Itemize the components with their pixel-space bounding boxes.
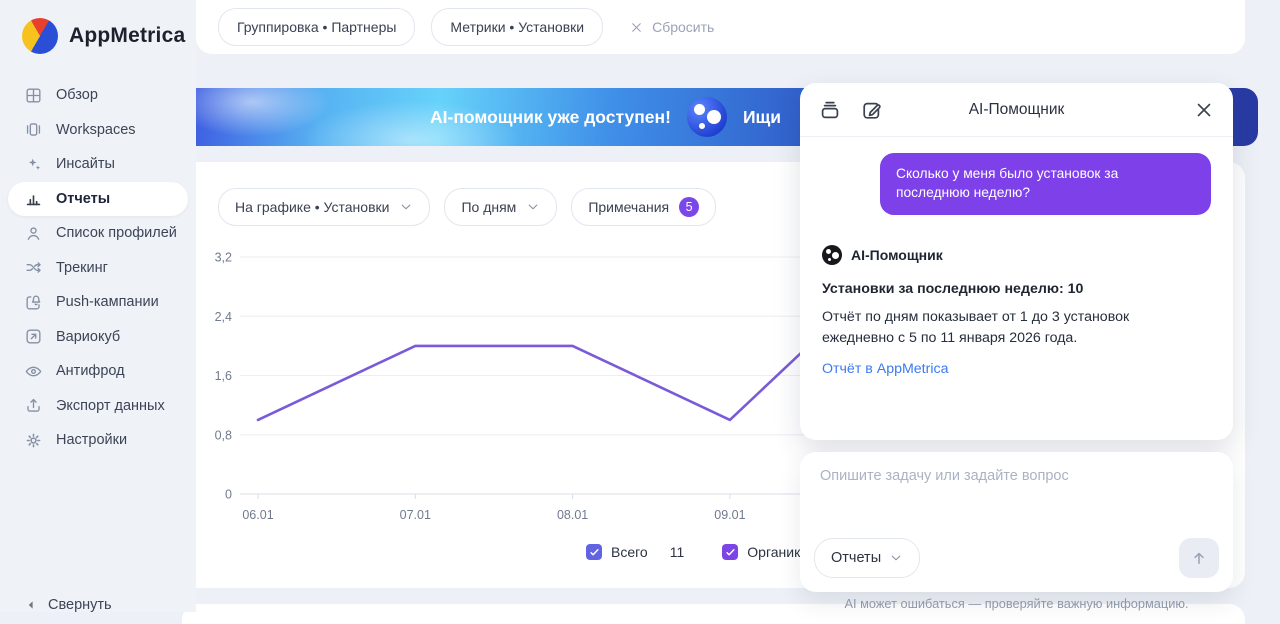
svg-text:06.01: 06.01 [242,508,273,522]
assistant-input[interactable]: Опишите задачу или задайте вопрос [820,468,1069,484]
collapse-label: Свернуть [48,597,112,613]
ai-avatar-icon [822,244,842,265]
sidebar-item-label: Обзор [56,87,98,104]
legend-item[interactable]: Всего 11 [586,544,684,560]
chat-history-icon[interactable] [818,98,842,122]
banner-title: AI-помощник уже доступен! [430,106,671,127]
arrow-up-icon [1190,549,1208,567]
reset-filters-label: Сбросить [652,19,715,35]
sidebar-item-grid[interactable]: Обзор [8,78,188,113]
filters-toolbar: Группировка • Партнеры Метрики • Установк… [196,0,1245,54]
sidebar-item-sparkles[interactable]: Инсайты [8,147,188,182]
svg-text:0: 0 [225,488,232,502]
legend-item[interactable]: Органика [722,544,808,560]
filter-chip[interactable]: Группировка • Партнеры [218,8,416,46]
svg-text:09.01: 09.01 [714,508,745,522]
sidebar-collapse-button[interactable]: Свернуть [24,597,112,613]
sidebar-item-cube[interactable]: Вариокуб [8,320,188,355]
appmetrica-logo-icon [22,18,58,54]
chevron-down-icon [526,200,540,214]
sidebar-item-eye[interactable]: Антифрод [8,354,188,389]
close-panel-button[interactable] [1193,99,1215,121]
graph-metric-label: На графике • Установки [235,199,390,215]
send-button[interactable] [1179,538,1219,578]
tracking-icon [24,258,43,277]
sparkles-icon [24,155,43,174]
person-icon [24,224,43,243]
assistant-input-card[interactable]: Опишите задачу или задайте вопрос Отчеты [800,452,1233,592]
sidebar-item-label: Отчеты [56,190,111,207]
chevron-down-icon [889,551,903,565]
svg-text:08.01: 08.01 [557,508,588,522]
answer-body: Отчёт по дням показывает от 1 до 3 устан… [822,308,1130,346]
assistant-header: AI-Помощник [800,83,1233,137]
notes-button[interactable]: Примечания 5 [571,188,717,226]
sidebar-item-workspaces[interactable]: Workspaces [8,113,188,148]
legend-count: 11 [669,544,685,560]
sidebar-item-bar-chart[interactable]: Отчеты [8,181,188,216]
graph-metric-dropdown[interactable]: На графике • Установки [218,188,431,226]
reset-filters-button[interactable]: Сбросить [629,19,714,35]
sidebar-nav: Обзор Workspaces Инсайты Отчеты Список профи… [0,78,196,458]
grid-icon [24,86,43,105]
answer-title: Установки за последнюю неделю: 10 [822,280,1084,297]
sidebar-item-gear[interactable]: Настройки [8,423,188,458]
notes-count-badge: 5 [679,197,700,217]
sidebar-item-tracking[interactable]: Трекинг [8,251,188,286]
new-chat-icon[interactable] [860,98,884,122]
sidebar-item-export[interactable]: Экспорт данных [8,389,188,424]
granularity-dropdown[interactable]: По дням [444,188,558,226]
sidebar-item-label: Экспорт данных [56,397,165,414]
brand-name: AppMetrica [69,24,186,47]
scope-label: Отчеты [831,550,882,566]
sidebar-item-label: Workspaces [56,121,136,138]
user-message-bubble: Сколько у меня было установок за последн… [880,153,1211,215]
bar-chart-icon [24,189,43,208]
sidebar-item-label: Push-кампании [56,294,159,311]
ai-name: AI-Помощник [851,246,943,263]
svg-text:07.01: 07.01 [400,508,431,522]
sidebar-item-label: Антифрод [56,363,125,380]
collapse-arrow-icon [24,598,38,612]
gear-icon [24,431,43,450]
legend-checkbox-icon[interactable] [586,544,602,560]
eye-icon [24,362,43,381]
filter-chip[interactable]: Метрики • Установки [431,8,604,46]
workspaces-icon [24,120,43,139]
svg-text:0,8: 0,8 [215,428,232,442]
sidebar-item-label: Трекинг [56,259,108,276]
banner-cta-text: Ищи [742,106,782,127]
cube-icon [24,327,43,346]
ai-assistant-logo-icon [686,97,727,137]
ai-assistant-panel: AI-Помощник Сколько у меня было установо… [800,83,1233,440]
scope-dropdown-button[interactable]: Отчеты [814,538,921,578]
export-icon [24,396,43,415]
svg-text:3,2: 3,2 [215,251,232,265]
legend-checkbox-icon[interactable] [722,544,739,560]
sidebar-item-label: Настройки [56,432,128,449]
chevron-down-icon [399,200,413,214]
svg-text:1,6: 1,6 [215,369,232,383]
sidebar-item-label: Инсайты [56,156,115,173]
chart-legend: Всего 11 Органика [586,544,808,560]
sidebar: AppMetrica Обзор Workspaces Инсайты Отчеты С… [0,0,196,613]
legend-label: Всего [611,544,648,560]
sidebar-item-label: Вариокуб [56,328,121,345]
sidebar-item-label: Список профилей [56,225,177,242]
svg-text:2,4: 2,4 [215,310,232,324]
brand-logo[interactable]: AppMetrica [0,0,196,54]
granularity-label: По дням [461,199,517,215]
sidebar-item-person[interactable]: Список профилей [8,216,188,251]
push-bell-icon [24,293,43,312]
notes-label: Примечания [588,199,670,215]
sidebar-item-push-bell[interactable]: Push-кампании [8,285,188,320]
report-link[interactable]: Отчёт в AppMetrica [822,361,949,377]
filter-chips: Группировка • Партнеры Метрики • Установк… [218,8,604,46]
ai-disclaimer: AI может ошибаться — проверяйте важную и… [844,596,1189,611]
close-icon [629,20,644,35]
